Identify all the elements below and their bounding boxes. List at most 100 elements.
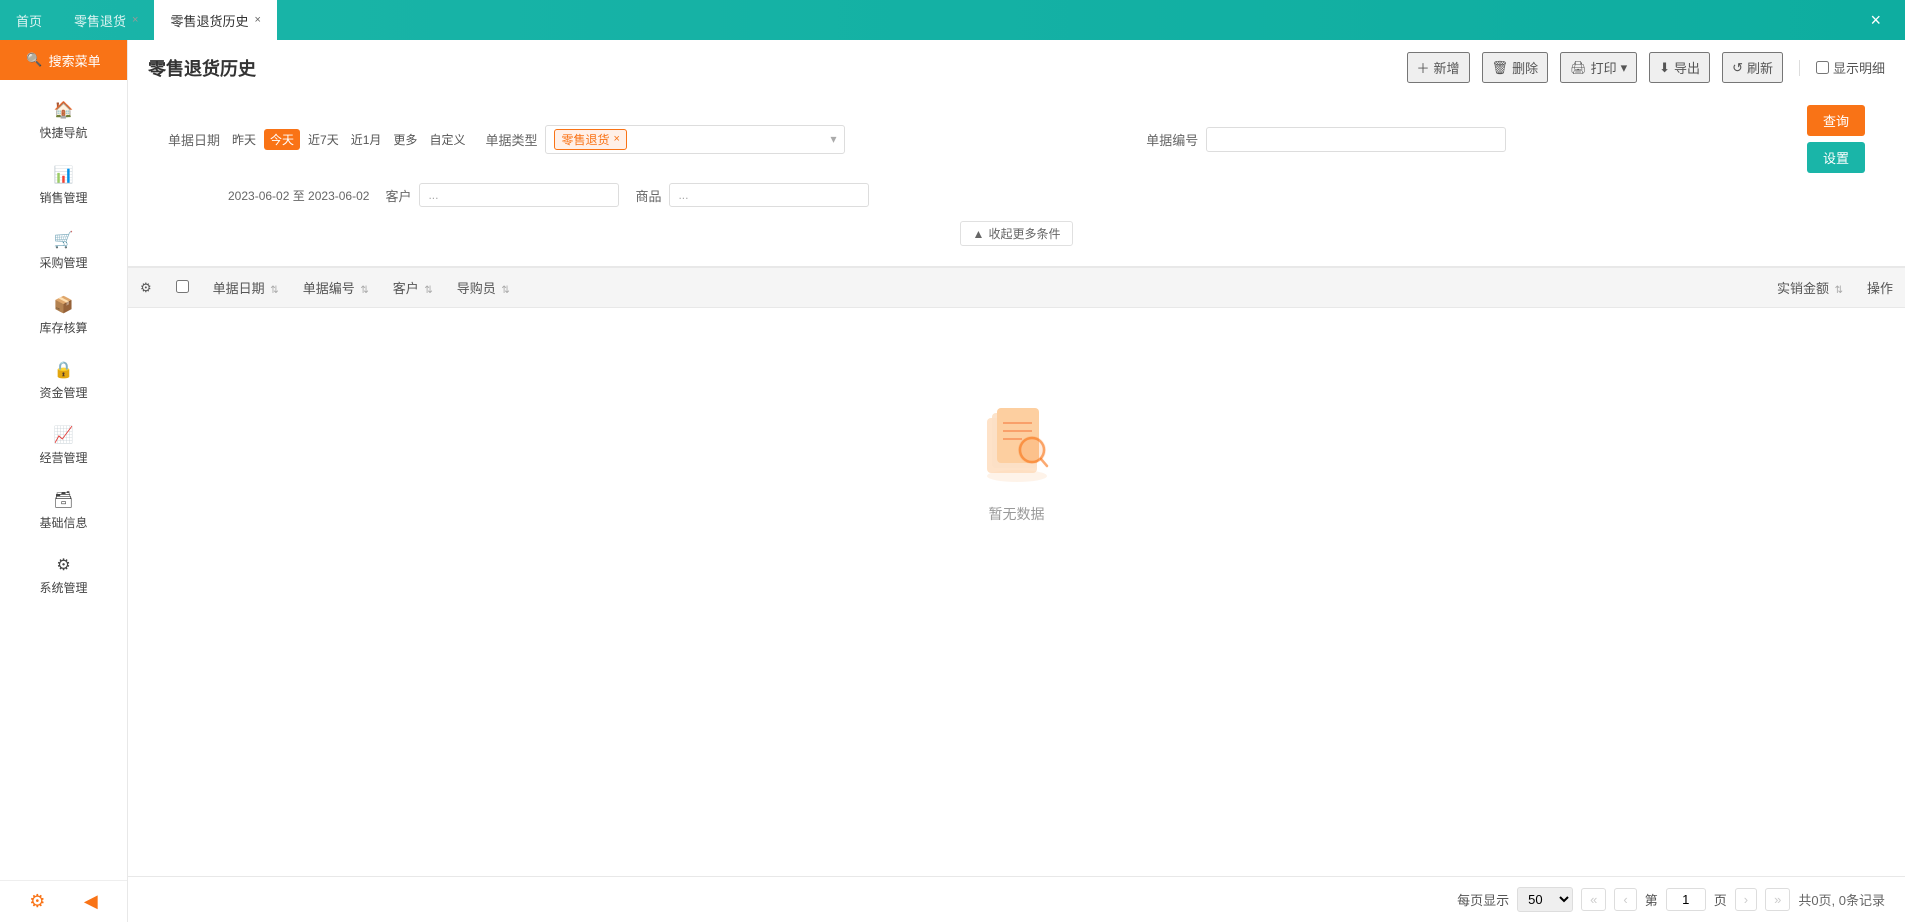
tab-retail-return-history-label: 零售退货历史 (170, 11, 248, 30)
settings-bottom-icon[interactable]: ⚙ (29, 891, 45, 912)
delete-label: 删除 (1512, 58, 1538, 77)
filter-row-1: 单据日期 昨天 今天 近7天 近1月 更多 自定义 单据类型 (168, 105, 1865, 173)
refresh-icon: ↺ (1732, 60, 1743, 76)
voucher-no-label: 单据编号 (1146, 130, 1198, 149)
delete-icon: 🗑 (1492, 60, 1509, 76)
voucher-type-chevron-icon: ▾ (830, 132, 836, 146)
sidebar-item-basic-label: 基础信息 (39, 514, 87, 531)
th-customer-label: 客户 (393, 281, 419, 296)
page-prefix: 第 (1645, 890, 1658, 909)
sidebar-item-system[interactable]: ⚙ 系统管理 (0, 543, 127, 608)
table-body: 暂无数据 (128, 308, 1905, 605)
page-number-input[interactable] (1666, 888, 1706, 911)
goods-label: 商品 (635, 186, 661, 205)
last-page-button[interactable]: » (1765, 888, 1790, 911)
date-filter-item: 单据日期 昨天 今天 近7天 近1月 更多 自定义 (168, 129, 469, 150)
empty-illustration (967, 388, 1067, 488)
tab-retail-return-label: 零售退货 (74, 11, 126, 30)
tab-retail-return-history[interactable]: 零售退货历史 × (154, 0, 276, 40)
page-title: 零售退货历史 (148, 55, 256, 81)
new-button[interactable]: ＋ 新增 (1407, 52, 1470, 83)
finance-icon: 🔒 (54, 360, 74, 380)
tab-retail-return[interactable]: 零售退货 × (58, 0, 154, 40)
sidebar-item-finance[interactable]: 🔒 资金管理 (0, 348, 127, 413)
show-detail-checkbox-wrap[interactable]: 显示明细 (1816, 58, 1885, 77)
sidebar-item-quick-nav-label: 快捷导航 (39, 124, 87, 141)
main-content: 零售退货历史 ＋ 新增 🗑 删除 🖨 打印 ▾ (128, 40, 1905, 922)
sidebar-search-label: 搜索菜单 (49, 51, 101, 70)
basic-icon: 🗃 (54, 490, 74, 510)
empty-text: 暂无数据 (989, 504, 1045, 524)
settings-col-icon[interactable]: ⚙ (140, 280, 152, 295)
close-window-button[interactable]: × (1862, 6, 1889, 35)
date-btn-yesterday[interactable]: 昨天 (228, 129, 260, 150)
date-btn-more[interactable]: 更多 (389, 129, 421, 150)
collapse-button[interactable]: ▲ 收起更多条件 (960, 221, 1074, 246)
customer-input[interactable]: ... (419, 183, 619, 207)
sidebar-item-quick-nav[interactable]: 🏠 快捷导航 (0, 88, 127, 153)
voucher-no-input[interactable] (1206, 127, 1506, 152)
th-amount-sort-icon[interactable]: ⇅ (1835, 285, 1843, 296)
sidebar-item-operations[interactable]: 📈 经营管理 (0, 413, 127, 478)
settings-filter-button[interactable]: 设置 (1807, 142, 1865, 173)
page-header-top: 零售退货历史 ＋ 新增 🗑 删除 🖨 打印 ▾ (148, 52, 1885, 83)
tab-retail-return-close[interactable]: × (132, 14, 138, 26)
sidebar-search-button[interactable]: 🔍 搜索菜单 (0, 40, 127, 80)
query-button[interactable]: 查询 (1807, 105, 1865, 136)
system-icon: ⚙ (54, 555, 74, 575)
th-amount: 实销金额 ⇅ (1765, 268, 1855, 308)
query-actions: 查询 设置 (1807, 105, 1865, 173)
th-guide-label: 导购员 (457, 281, 496, 296)
th-date-sort-icon[interactable]: ⇅ (270, 285, 278, 296)
empty-state: 暂无数据 (128, 308, 1905, 604)
home-icon: 🏠 (54, 100, 74, 120)
print-button[interactable]: 🖨 打印 ▾ (1560, 52, 1637, 83)
divider (1799, 60, 1800, 76)
next-page-button[interactable]: › (1735, 888, 1757, 911)
th-customer-sort-icon[interactable]: ⇅ (424, 285, 432, 296)
operations-icon: 📈 (54, 425, 74, 445)
sidebar-item-inventory[interactable]: 📦 库存核算 (0, 283, 127, 348)
delete-button[interactable]: 🗑 删除 (1482, 52, 1549, 83)
voucher-type-tag-close[interactable]: × (613, 133, 619, 145)
sidebar-item-sales[interactable]: 📊 销售管理 (0, 153, 127, 218)
sidebar-item-basic[interactable]: 🗃 基础信息 (0, 478, 127, 543)
sidebar-item-system-label: 系统管理 (39, 579, 87, 596)
tab-home[interactable]: 首页 (0, 0, 58, 40)
date-btn-today[interactable]: 今天 (264, 129, 300, 150)
show-detail-checkbox[interactable] (1816, 61, 1829, 74)
sidebar-bottom: ⚙ ◀ (0, 880, 127, 922)
pagination-bar: 每页显示 20 50 100 « ‹ 第 页 › » 共0页, 0条记录 (128, 876, 1905, 922)
sidebar-item-purchase-label: 采购管理 (39, 254, 87, 271)
refresh-button[interactable]: ↺ 刷新 (1722, 52, 1783, 83)
select-all-checkbox[interactable] (176, 280, 189, 293)
prev-page-button[interactable]: ‹ (1614, 888, 1636, 911)
collapse-sidebar-icon[interactable]: ◀ (84, 891, 98, 912)
top-bar: 首页 零售退货 × 零售退货历史 × × (0, 0, 1905, 40)
date-btn-custom[interactable]: 自定义 (425, 129, 469, 150)
voucher-type-select[interactable]: 零售退货 × ▾ (545, 125, 845, 154)
sidebar-item-purchase[interactable]: 🛒 采购管理 (0, 218, 127, 283)
refresh-label: 刷新 (1747, 58, 1773, 77)
layout: 🔍 搜索菜单 🏠 快捷导航 📊 销售管理 🛒 采购管理 📦 库存核算 🔒 (0, 40, 1905, 922)
th-date: 单据日期 ⇅ (201, 268, 291, 308)
customer-filter-item: 客户 ... (385, 183, 619, 207)
goods-input[interactable]: ... (669, 183, 869, 207)
voucher-type-filter-item: 单据类型 零售退货 × ▾ (485, 125, 1130, 154)
table-empty-row: 暂无数据 (128, 308, 1905, 605)
purchase-icon: 🛒 (54, 230, 74, 250)
date-btn-7days[interactable]: 近7天 (304, 129, 343, 150)
page-suffix: 页 (1714, 890, 1727, 909)
first-page-button[interactable]: « (1581, 888, 1606, 911)
date-btn-1month[interactable]: 近1月 (347, 129, 386, 150)
page-header: 零售退货历史 ＋ 新增 🗑 删除 🖨 打印 ▾ (128, 40, 1905, 267)
th-settings: ⚙ (128, 268, 164, 308)
page-size-select[interactable]: 20 50 100 (1517, 887, 1573, 912)
th-guide-sort-icon[interactable]: ⇅ (501, 285, 509, 296)
tab-bar: 首页 零售退货 × 零售退货历史 × (0, 0, 1862, 40)
tab-retail-return-history-close[interactable]: × (254, 14, 260, 26)
th-no-sort-icon[interactable]: ⇅ (360, 285, 368, 296)
th-checkbox (164, 268, 201, 308)
export-button[interactable]: ⬇ 导出 (1649, 52, 1710, 83)
sales-icon: 📊 (54, 165, 74, 185)
